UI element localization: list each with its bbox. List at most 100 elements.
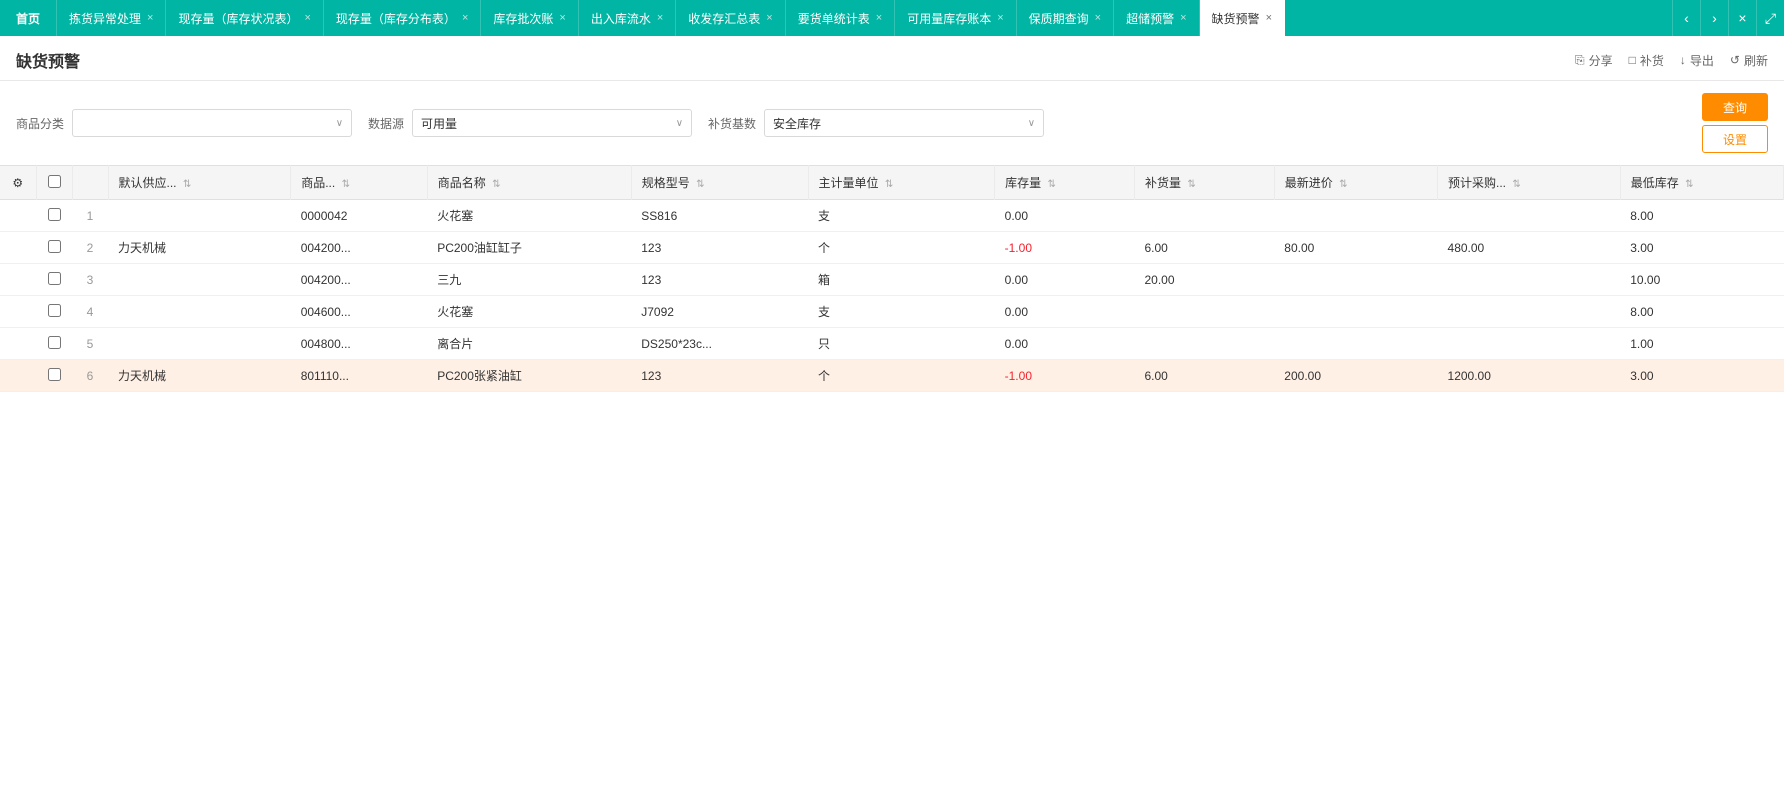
query-button[interactable]: 查询 bbox=[1702, 93, 1768, 121]
close-icon[interactable]: × bbox=[1095, 12, 1101, 24]
tab-avail[interactable]: 可用量库存账本 × bbox=[895, 0, 1016, 36]
category-select[interactable]: ∨ bbox=[72, 109, 352, 137]
row-checkbox-cell[interactable] bbox=[36, 232, 72, 264]
share-button[interactable]: ⎘ 分享 bbox=[1575, 52, 1613, 69]
row-checkbox[interactable] bbox=[48, 304, 61, 317]
sort-icon: ⇅ bbox=[696, 179, 704, 190]
close-icon[interactable]: × bbox=[657, 12, 663, 24]
tab-close-all-button[interactable]: × bbox=[1728, 0, 1756, 36]
row-checkbox[interactable] bbox=[48, 208, 61, 221]
tab-summary[interactable]: 收发存汇总表 × bbox=[676, 0, 785, 36]
select-all-checkbox[interactable] bbox=[48, 175, 61, 188]
row-checkbox-cell[interactable] bbox=[36, 200, 72, 232]
tab-pick[interactable]: 拣货异常处理 × bbox=[57, 0, 166, 36]
row-spec: DS250*23c... bbox=[631, 328, 808, 360]
tab-shortage[interactable]: 缺货预警 × bbox=[1200, 0, 1285, 36]
tab-flow[interactable]: 出入库流水 × bbox=[579, 0, 676, 36]
tab-overstock[interactable]: 超储预警 × bbox=[1114, 0, 1199, 36]
row-stock: 0.00 bbox=[995, 328, 1135, 360]
export-button[interactable]: ↓ 导出 bbox=[1680, 52, 1714, 69]
table-container: ⚙ 默认供应... ⇅ 商品... ⇅ 商品名称 bbox=[0, 165, 1784, 392]
close-icon[interactable]: × bbox=[876, 12, 882, 24]
th-spec[interactable]: 规格型号 ⇅ bbox=[631, 166, 808, 200]
row-replenish-qty bbox=[1134, 200, 1274, 232]
tab-home[interactable]: 首页 bbox=[0, 0, 57, 36]
refresh-button[interactable]: ↺ 刷新 bbox=[1730, 52, 1768, 69]
sort-icon: ⇅ bbox=[1187, 179, 1195, 190]
row-spec: 123 bbox=[631, 264, 808, 296]
row-min-stock: 10.00 bbox=[1620, 264, 1783, 296]
tab-next-button[interactable]: › bbox=[1700, 0, 1728, 36]
settings-button[interactable]: 设置 bbox=[1702, 125, 1768, 153]
replenish-button[interactable]: □ 补货 bbox=[1629, 52, 1664, 69]
th-supplier[interactable]: 默认供应... ⇅ bbox=[108, 166, 291, 200]
row-checkbox[interactable] bbox=[48, 336, 61, 349]
close-icon[interactable]: × bbox=[559, 12, 565, 24]
close-icon[interactable]: × bbox=[997, 12, 1003, 24]
page-title: 缺货预警 bbox=[16, 48, 80, 72]
tab-expiry[interactable]: 保质期查询 × bbox=[1017, 0, 1114, 36]
row-replenish-qty: 20.00 bbox=[1134, 264, 1274, 296]
th-product-code[interactable]: 商品... ⇅ bbox=[291, 166, 428, 200]
th-latest-price[interactable]: 最新进价 ⇅ bbox=[1274, 166, 1437, 200]
row-number: 5 bbox=[72, 328, 108, 360]
th-product-name-label: 商品名称 bbox=[438, 176, 486, 190]
sort-icon: ⇅ bbox=[1685, 179, 1693, 190]
row-min-stock: 3.00 bbox=[1620, 360, 1783, 392]
th-est-purchase[interactable]: 预计采购... ⇅ bbox=[1438, 166, 1621, 200]
th-latest-price-label: 最新进价 bbox=[1285, 176, 1333, 190]
th-stock[interactable]: 库存量 ⇅ bbox=[995, 166, 1135, 200]
row-settings-cell bbox=[0, 264, 36, 296]
row-checkbox-cell[interactable] bbox=[36, 296, 72, 328]
th-column-settings[interactable]: ⚙ bbox=[0, 166, 36, 200]
row-supplier bbox=[108, 200, 291, 232]
chevron-down-icon: ∨ bbox=[676, 118, 683, 129]
row-checkbox-cell[interactable] bbox=[36, 264, 72, 296]
th-min-stock[interactable]: 最低库存 ⇅ bbox=[1620, 166, 1783, 200]
th-checkbox[interactable] bbox=[36, 166, 72, 200]
tab-nav-buttons: ‹ › × ⤢ bbox=[1672, 0, 1784, 36]
refresh-icon: ↺ bbox=[1730, 53, 1740, 67]
row-checkbox[interactable] bbox=[48, 240, 61, 253]
th-product-name[interactable]: 商品名称 ⇅ bbox=[427, 166, 631, 200]
row-checkbox-cell[interactable] bbox=[36, 360, 72, 392]
close-icon[interactable]: × bbox=[1266, 12, 1272, 24]
th-product-code-label: 商品... bbox=[301, 176, 335, 190]
tab-order[interactable]: 要货单统计表 × bbox=[786, 0, 895, 36]
sort-icon: ⇅ bbox=[183, 179, 191, 190]
close-icon[interactable]: × bbox=[304, 12, 310, 24]
th-est-purchase-label: 预计采购... bbox=[1448, 176, 1506, 190]
row-latest-price: 200.00 bbox=[1274, 360, 1437, 392]
replenish-base-select[interactable]: 安全库存 ∨ bbox=[764, 109, 1044, 137]
tab-expand-button[interactable]: ⤢ bbox=[1756, 0, 1784, 36]
tab-prev-button[interactable]: ‹ bbox=[1672, 0, 1700, 36]
row-est-purchase bbox=[1438, 200, 1621, 232]
close-icon[interactable]: × bbox=[1180, 12, 1186, 24]
close-icon[interactable]: × bbox=[147, 12, 153, 24]
th-unit[interactable]: 主计量单位 ⇅ bbox=[808, 166, 995, 200]
close-icon[interactable]: × bbox=[462, 12, 468, 24]
row-checkbox[interactable] bbox=[48, 272, 61, 285]
row-product-code: 004200... bbox=[291, 264, 428, 296]
row-unit: 个 bbox=[808, 232, 995, 264]
tab-inv2[interactable]: 现存量（库存分布表） × bbox=[324, 0, 481, 36]
th-replenish-qty[interactable]: 补货量 ⇅ bbox=[1134, 166, 1274, 200]
row-checkbox[interactable] bbox=[48, 368, 61, 381]
th-spec-label: 规格型号 bbox=[642, 176, 690, 190]
tab-batch[interactable]: 库存批次账 × bbox=[481, 0, 578, 36]
sort-icon: ⇅ bbox=[1339, 179, 1347, 190]
table-body: 1 0000042 火花塞 SS816 支 0.00 8.00 2 力天机械 0… bbox=[0, 200, 1784, 392]
datasource-filter-group: 数据源 可用量 ∨ bbox=[368, 109, 692, 137]
filter-button-group: 查询 设置 bbox=[1702, 93, 1768, 153]
row-checkbox-cell[interactable] bbox=[36, 328, 72, 360]
row-latest-price bbox=[1274, 296, 1437, 328]
row-product-name: PC200张紧油缸 bbox=[427, 360, 631, 392]
tab-inv1[interactable]: 现存量（库存状况表） × bbox=[166, 0, 323, 36]
row-number: 4 bbox=[72, 296, 108, 328]
row-min-stock: 1.00 bbox=[1620, 328, 1783, 360]
shortage-table: ⚙ 默认供应... ⇅ 商品... ⇅ 商品名称 bbox=[0, 165, 1784, 392]
row-est-purchase: 480.00 bbox=[1438, 232, 1621, 264]
row-number: 2 bbox=[72, 232, 108, 264]
datasource-select[interactable]: 可用量 ∨ bbox=[412, 109, 692, 137]
close-icon[interactable]: × bbox=[766, 12, 772, 24]
